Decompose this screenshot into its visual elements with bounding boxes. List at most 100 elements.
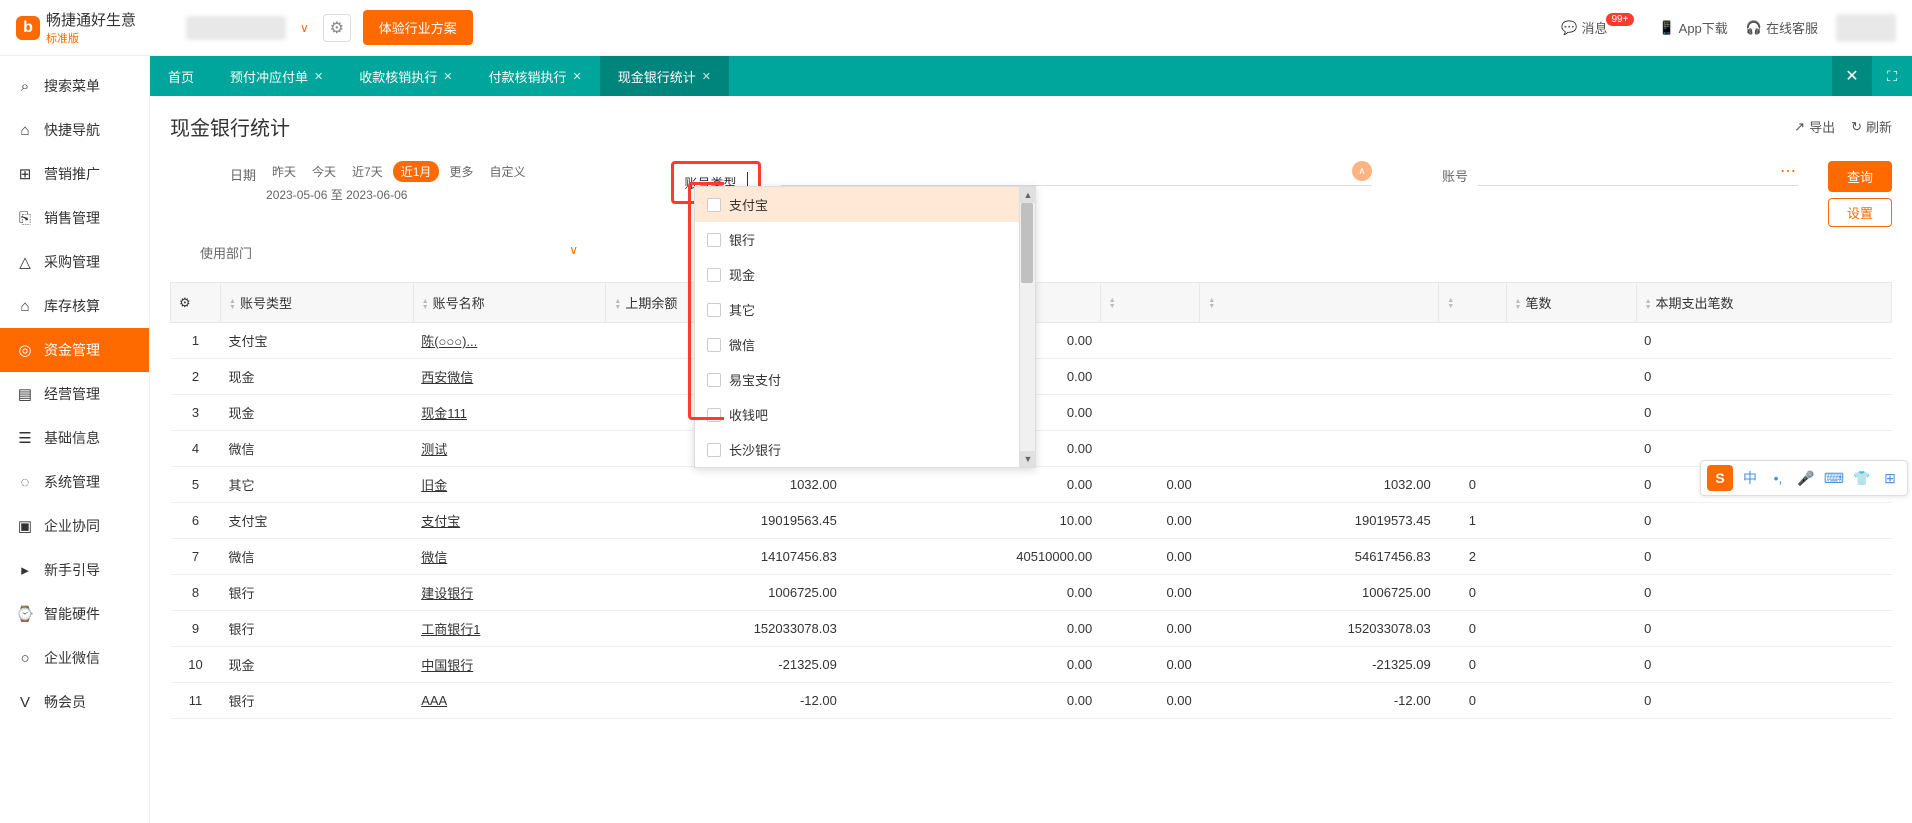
table-row[interactable]: 5 其它 旧金 1032.00 0.00 0.00 1032.00 0 0	[171, 467, 1892, 503]
dropdown-scrollbar[interactable]: ▲ ▼	[1019, 187, 1035, 467]
cell-name[interactable]: 中国银行	[413, 647, 606, 683]
settings-gear-button[interactable]: ⚙	[323, 14, 351, 42]
tab-close-icon[interactable]: ✕	[573, 70, 582, 83]
tab-1[interactable]: 预付冲应付单✕	[212, 56, 341, 96]
dropdown-option[interactable]: 现金	[695, 257, 1035, 292]
dropdown-option[interactable]: 支付宝	[695, 187, 1035, 222]
table-header[interactable]: ▲▼笔数	[1506, 283, 1636, 323]
scroll-down-arrow[interactable]: ▼	[1020, 451, 1036, 467]
sidebar-item-1[interactable]: ⌂快捷导航	[0, 108, 149, 152]
table-row[interactable]: 10 现金 中国银行 -21325.09 0.00 0.00 -21325.09…	[171, 647, 1892, 683]
cell-name[interactable]: 现金111	[413, 395, 606, 431]
query-button[interactable]: 查询	[1828, 161, 1892, 192]
tab-4[interactable]: 现金银行统计✕	[600, 56, 729, 96]
user-avatar-blur[interactable]	[1836, 14, 1896, 42]
sidebar-item-3[interactable]: ⎘销售管理	[0, 196, 149, 240]
collapse-up-icon[interactable]: ∧	[1352, 161, 1372, 181]
sidebar-item-8[interactable]: ☰基础信息	[0, 416, 149, 460]
cell-name[interactable]: 建设银行	[413, 575, 606, 611]
date-pill[interactable]: 自定义	[483, 161, 531, 182]
sidebar-item-2[interactable]: ⊞营销推广	[0, 152, 149, 196]
ime-mic-icon[interactable]: 🎤	[1795, 467, 1817, 489]
dropdown-option[interactable]: 易宝支付	[695, 362, 1035, 397]
sort-icon[interactable]: ▲▼	[422, 299, 429, 311]
table-row[interactable]: 11 银行 AAA -12.00 0.00 0.00 -12.00 0 0	[171, 683, 1892, 719]
table-row[interactable]: 8 银行 建设银行 1006725.00 0.00 0.00 1006725.0…	[171, 575, 1892, 611]
sort-icon[interactable]: ▲▼	[1645, 299, 1652, 311]
table-header[interactable]: ▲▼本期支出笔数	[1636, 283, 1891, 323]
sidebar-item-7[interactable]: ▤经营管理	[0, 372, 149, 416]
checkbox[interactable]	[707, 303, 721, 317]
sort-icon[interactable]: ▲▼	[1208, 298, 1215, 310]
messages-link[interactable]: 💬 消息 99+	[1561, 18, 1640, 37]
tab-close-icon[interactable]: ✕	[702, 70, 711, 83]
cell-name[interactable]: 支付宝	[413, 503, 606, 539]
refresh-button[interactable]: ↻ 刷新	[1851, 117, 1892, 136]
ime-skin-icon[interactable]: 👕	[1851, 467, 1873, 489]
cell-name[interactable]: AAA	[413, 683, 606, 719]
checkbox[interactable]	[707, 338, 721, 352]
online-service-link[interactable]: 🎧 在线客服	[1746, 18, 1818, 37]
dropdown-option[interactable]: 微信	[695, 327, 1035, 362]
sort-icon[interactable]: ▲▼	[1447, 298, 1454, 310]
tab-close-icon[interactable]: ✕	[443, 70, 452, 83]
more-dots-icon[interactable]: ⋯	[1780, 161, 1798, 181]
tab-3[interactable]: 付款核销执行✕	[470, 56, 599, 96]
account-input[interactable]: ⋯	[1478, 161, 1798, 186]
cell-name[interactable]: 测试	[413, 431, 606, 467]
sort-icon[interactable]: ▲▼	[614, 299, 621, 311]
sidebar-item-14[interactable]: V畅会员	[0, 680, 149, 724]
checkbox[interactable]	[707, 198, 721, 212]
checkbox[interactable]	[707, 233, 721, 247]
cell-name[interactable]: 旧金	[413, 467, 606, 503]
sidebar-item-9[interactable]: ◌系统管理	[0, 460, 149, 504]
trial-button[interactable]: 体验行业方案	[363, 10, 473, 45]
tab-2[interactable]: 收款核销执行✕	[341, 56, 470, 96]
cell-name[interactable]: 微信	[413, 539, 606, 575]
scroll-up-arrow[interactable]: ▲	[1020, 187, 1036, 203]
sort-icon[interactable]: ▲▼	[229, 299, 236, 311]
table-header[interactable]: ▲▼	[1200, 283, 1439, 323]
settings-button[interactable]: 设置	[1828, 198, 1892, 227]
cell-name[interactable]: 陈(○○○)...	[413, 323, 606, 359]
export-button[interactable]: ↗ 导出	[1794, 117, 1835, 136]
sogou-icon[interactable]: S	[1707, 465, 1733, 491]
ime-lang[interactable]: 中	[1739, 467, 1761, 489]
sidebar-item-13[interactable]: ○企业微信	[0, 636, 149, 680]
table-header[interactable]: ▲▼账号名称	[413, 283, 606, 323]
sidebar-item-6[interactable]: ◎资金管理	[0, 328, 149, 372]
table-header[interactable]: ▲▼	[1439, 283, 1506, 323]
table-header[interactable]: ▲▼账号类型	[221, 283, 414, 323]
checkbox[interactable]	[707, 408, 721, 422]
ime-toolbox-icon[interactable]: ⊞	[1879, 467, 1901, 489]
company-selector[interactable]: ∨ ⚙ 体验行业方案	[186, 10, 473, 45]
account-type-input[interactable]: ∧	[781, 161, 1372, 186]
date-pill[interactable]: 近1月	[393, 161, 440, 182]
sidebar-item-0[interactable]: ⌕搜索菜单	[0, 64, 149, 108]
dropdown-option[interactable]: 收钱吧	[695, 397, 1035, 432]
date-pill[interactable]: 更多	[443, 161, 479, 182]
cell-name[interactable]: 西安微信	[413, 359, 606, 395]
scroll-thumb[interactable]	[1021, 203, 1033, 283]
fullscreen-button[interactable]: ⛶	[1872, 56, 1912, 96]
gear-icon[interactable]: ⚙	[179, 295, 191, 310]
table-row[interactable]: 9 银行 工商银行1 152033078.03 0.00 0.00 152033…	[171, 611, 1892, 647]
dept-select[interactable]: ∨	[262, 239, 582, 262]
dropdown-option[interactable]: 长沙银行	[695, 432, 1035, 467]
table-header[interactable]: ▲▼	[1100, 283, 1200, 323]
checkbox[interactable]	[707, 268, 721, 282]
dropdown-option[interactable]: 银行	[695, 222, 1035, 257]
sidebar-item-5[interactable]: ⌂库存核算	[0, 284, 149, 328]
sort-icon[interactable]: ▲▼	[1109, 298, 1116, 310]
sidebar-item-11[interactable]: ▸新手引导	[0, 548, 149, 592]
cell-name[interactable]: 工商银行1	[413, 611, 606, 647]
table-header[interactable]: ⚙	[171, 283, 221, 323]
date-pill[interactable]: 今天	[306, 161, 342, 182]
ime-punct-icon[interactable]: •,	[1767, 467, 1789, 489]
date-pill[interactable]: 昨天	[266, 161, 302, 182]
close-all-tabs-button[interactable]: ✕	[1832, 56, 1872, 96]
sort-icon[interactable]: ▲▼	[1515, 299, 1522, 311]
table-row[interactable]: 6 支付宝 支付宝 19019563.45 10.00 0.00 1901957…	[171, 503, 1892, 539]
sidebar-item-10[interactable]: ▣企业协同	[0, 504, 149, 548]
date-pill[interactable]: 近7天	[346, 161, 389, 182]
